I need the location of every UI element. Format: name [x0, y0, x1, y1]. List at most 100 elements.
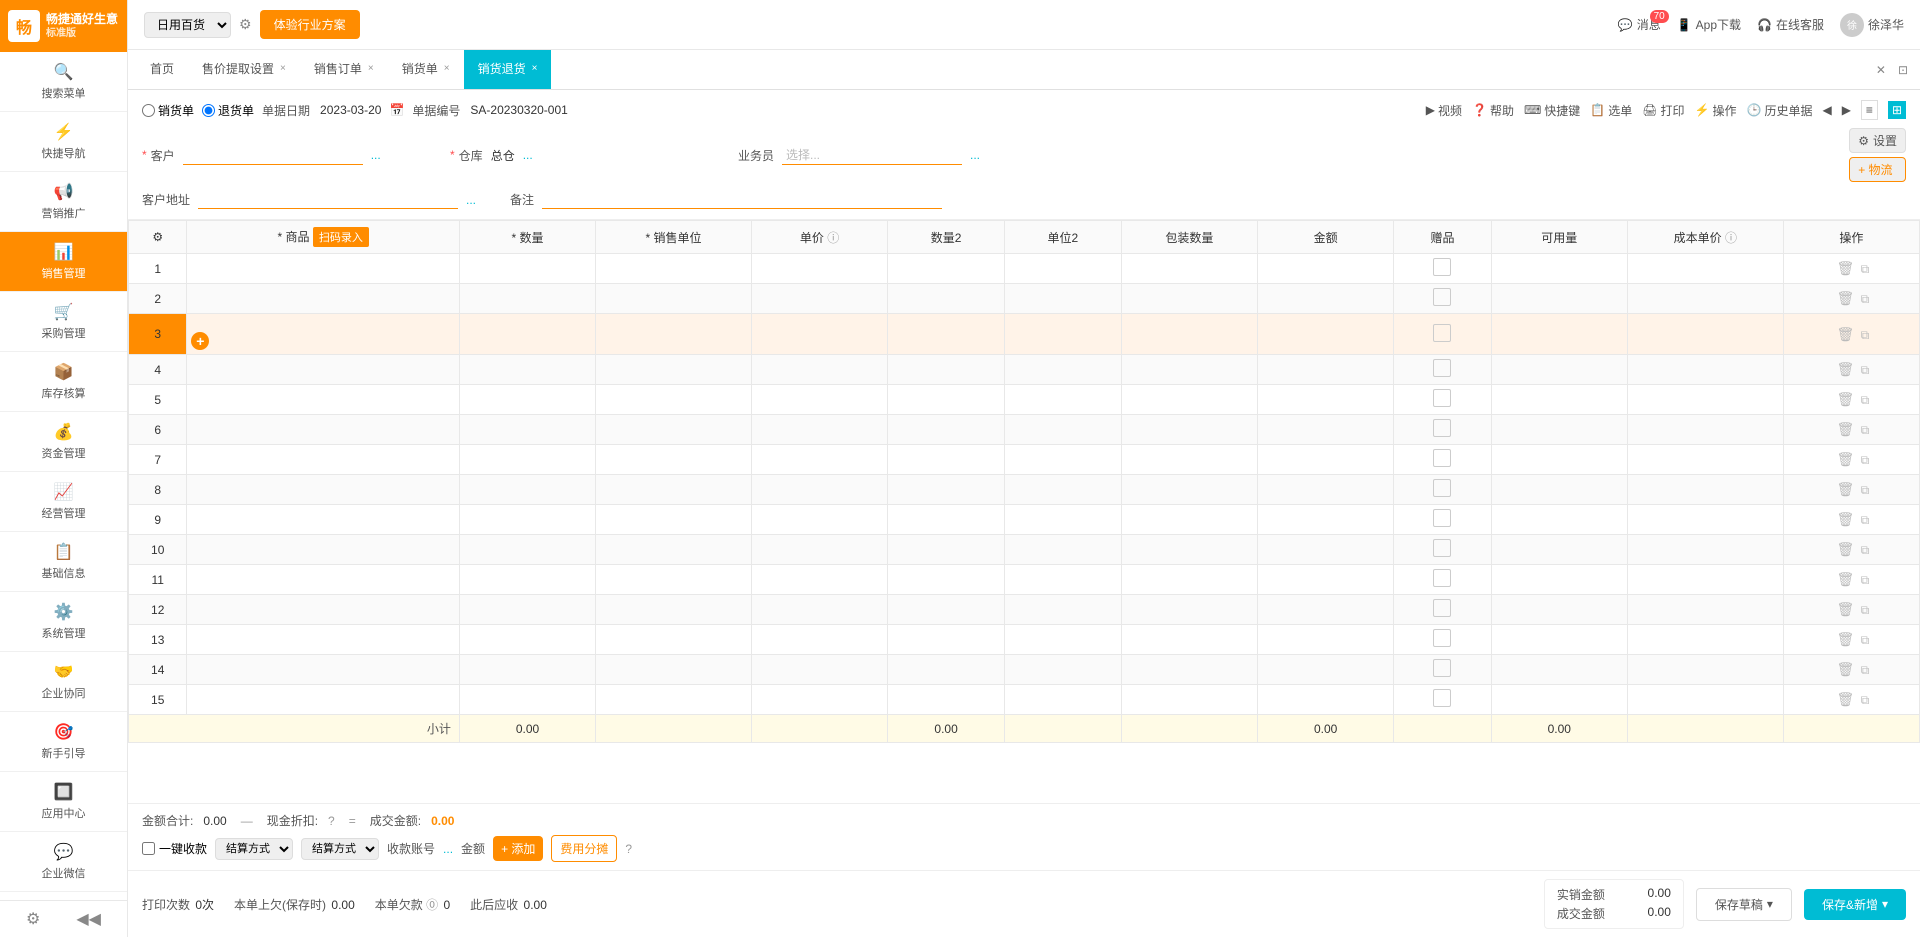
address-input[interactable]	[198, 190, 458, 209]
unit-cell[interactable]	[596, 445, 752, 475]
delete-row-btn[interactable]: 🗑	[1836, 451, 1854, 467]
pkg-qty-cell[interactable]	[1121, 385, 1257, 415]
sidebar-item-finance[interactable]: 💰 资金管理	[0, 412, 127, 472]
qty-cell[interactable]	[459, 625, 595, 655]
product-cell[interactable]	[187, 385, 460, 415]
tab-price-extract[interactable]: 售价提取设置 ×	[188, 50, 300, 89]
cost-price-cell[interactable]	[1627, 385, 1783, 415]
expense-split-btn[interactable]: 费用分摊	[551, 835, 617, 862]
product-cell[interactable]	[187, 565, 460, 595]
sidebar-item-inventory[interactable]: 📦 库存核算	[0, 352, 127, 412]
select-order-btn[interactable]: 📋 选单	[1590, 102, 1632, 119]
unit-cell[interactable]	[596, 505, 752, 535]
amount-cell[interactable]	[1258, 625, 1394, 655]
staff-input[interactable]	[782, 146, 962, 165]
amount-cell[interactable]	[1258, 284, 1394, 314]
copy-row-btn[interactable]: ⧉	[1861, 262, 1870, 276]
gift-cell[interactable]	[1394, 565, 1491, 595]
gift-cell[interactable]	[1394, 385, 1491, 415]
unit-cell[interactable]	[596, 595, 752, 625]
sidebar-item-appstore[interactable]: 🔲 应用中心	[0, 772, 127, 832]
add-row-btn[interactable]: +	[191, 332, 209, 350]
pkg-qty-cell[interactable]	[1121, 565, 1257, 595]
gift-checkbox[interactable]	[1433, 539, 1451, 557]
qty-cell[interactable]	[459, 314, 595, 355]
cost-price-cell[interactable]	[1627, 535, 1783, 565]
product-cell[interactable]	[187, 284, 460, 314]
delete-row-btn[interactable]: 🗑	[1836, 511, 1854, 527]
qty2-cell[interactable]	[888, 595, 1005, 625]
qty2-cell[interactable]	[888, 385, 1005, 415]
available-cell[interactable]	[1491, 655, 1627, 685]
copy-row-btn[interactable]: ⧉	[1861, 543, 1870, 557]
price-cell[interactable]	[751, 415, 887, 445]
cost-price-cell[interactable]	[1627, 565, 1783, 595]
sidebar-item-newbie[interactable]: 🎯 新手引导	[0, 712, 127, 772]
qty-cell[interactable]	[459, 505, 595, 535]
radio-sale-bill[interactable]: 销货单	[142, 102, 194, 119]
unit2-cell[interactable]	[1004, 475, 1121, 505]
gift-checkbox[interactable]	[1433, 659, 1451, 677]
amount-cell[interactable]	[1258, 385, 1394, 415]
unit-cell[interactable]	[596, 565, 752, 595]
qty-cell[interactable]	[459, 284, 595, 314]
pkg-qty-cell[interactable]	[1121, 595, 1257, 625]
gift-cell[interactable]	[1394, 505, 1491, 535]
unit2-cell[interactable]	[1004, 535, 1121, 565]
cost-price-cell[interactable]	[1627, 445, 1783, 475]
prev-record-btn[interactable]: ◀	[1822, 103, 1831, 117]
copy-row-btn[interactable]: ⧉	[1861, 693, 1870, 707]
unit2-cell[interactable]	[1004, 505, 1121, 535]
print-btn[interactable]: 🖨 打印	[1642, 102, 1684, 119]
price-cell[interactable]	[751, 284, 887, 314]
sidebar-item-enterprise[interactable]: 🤝 企业协同	[0, 652, 127, 712]
delete-row-btn[interactable]: 🗑	[1836, 631, 1854, 647]
tab-sales-bill[interactable]: 销货单 ×	[388, 50, 464, 89]
product-cell[interactable]	[187, 685, 460, 715]
product-cell[interactable]	[187, 445, 460, 475]
unit-cell[interactable]	[596, 475, 752, 505]
unit2-cell[interactable]	[1004, 314, 1121, 355]
qty2-cell[interactable]	[888, 565, 1005, 595]
customer-select-btn[interactable]: ...	[371, 148, 381, 162]
pkg-qty-cell[interactable]	[1121, 475, 1257, 505]
price-cell[interactable]	[751, 445, 887, 475]
copy-row-btn[interactable]: ⧉	[1861, 573, 1870, 587]
delete-row-btn[interactable]: 🗑	[1836, 571, 1854, 587]
gift-checkbox[interactable]	[1433, 258, 1451, 276]
qty2-cell[interactable]	[888, 685, 1005, 715]
gift-checkbox[interactable]	[1433, 689, 1451, 707]
close-tab-order[interactable]: ×	[368, 63, 374, 74]
gift-checkbox[interactable]	[1433, 288, 1451, 306]
industry-dropdown[interactable]: 日用百货	[144, 12, 231, 38]
pkg-qty-cell[interactable]	[1121, 655, 1257, 685]
qty2-cell[interactable]	[888, 655, 1005, 685]
calendar-icon[interactable]: 📅	[389, 103, 404, 117]
qty2-cell[interactable]	[888, 445, 1005, 475]
amount-cell[interactable]	[1258, 254, 1394, 284]
copy-row-btn[interactable]: ⧉	[1861, 453, 1870, 467]
remark-input[interactable]	[542, 190, 942, 209]
qty-cell[interactable]	[459, 254, 595, 284]
copy-row-btn[interactable]: ⧉	[1861, 633, 1870, 647]
gift-checkbox[interactable]	[1433, 419, 1451, 437]
th-gear[interactable]: ⚙	[129, 221, 187, 254]
amount-cell[interactable]	[1258, 314, 1394, 355]
available-cell[interactable]	[1491, 595, 1627, 625]
address-select-btn[interactable]: ...	[466, 193, 476, 207]
online-service-btn[interactable]: 🎧 在线客服	[1757, 16, 1824, 33]
qty-cell[interactable]	[459, 535, 595, 565]
app-download-btn[interactable]: 📱 App下载	[1677, 16, 1741, 33]
pkg-qty-cell[interactable]	[1121, 535, 1257, 565]
qty-cell[interactable]	[459, 415, 595, 445]
gift-cell[interactable]	[1394, 535, 1491, 565]
gift-cell[interactable]	[1394, 445, 1491, 475]
account-select-btn[interactable]: ...	[443, 842, 453, 856]
unit-cell[interactable]	[596, 685, 752, 715]
amount-cell[interactable]	[1258, 535, 1394, 565]
gift-cell[interactable]	[1394, 254, 1491, 284]
sidebar-item-purchase[interactable]: 🛒 采购管理	[0, 292, 127, 352]
product-cell[interactable]	[187, 625, 460, 655]
scan-input-btn[interactable]: 扫码录入	[313, 227, 369, 247]
amount-cell[interactable]	[1258, 565, 1394, 595]
